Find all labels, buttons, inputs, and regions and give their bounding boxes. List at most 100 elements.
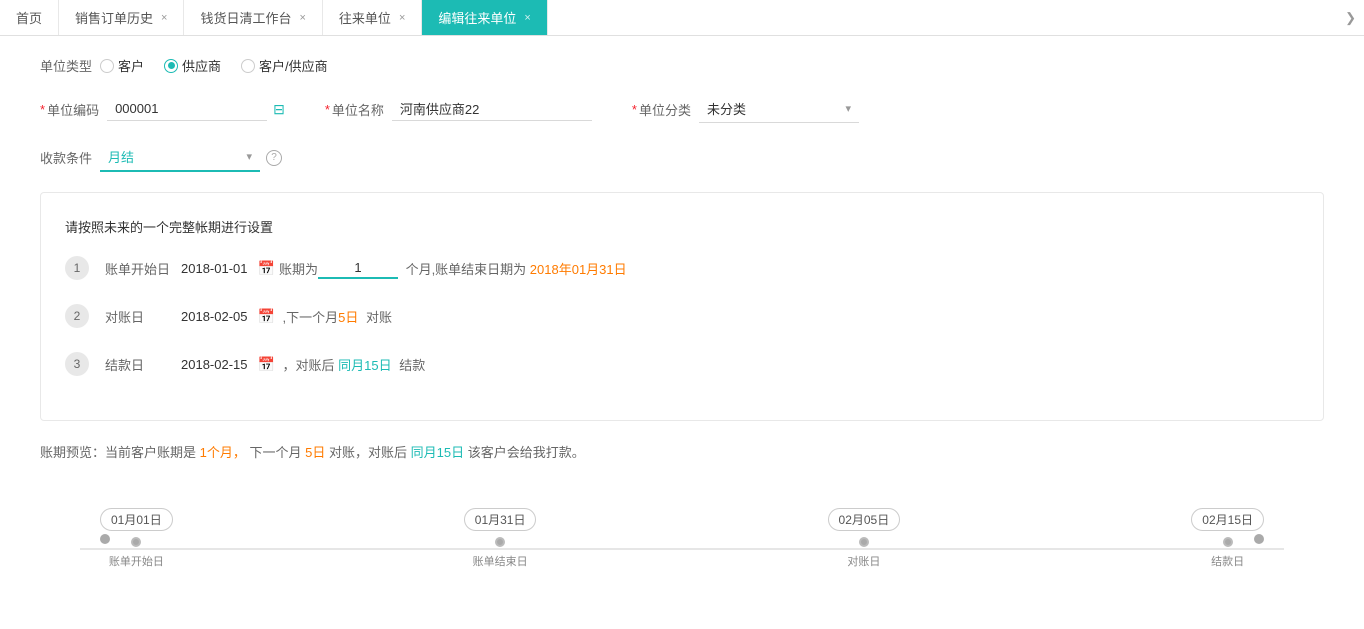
- period-num-1: 1: [65, 256, 89, 280]
- period-box: 请按照未来的一个完整帐期进行设置 1 账单开始日 2018-01-01 📅 账期…: [40, 192, 1324, 421]
- radio-both[interactable]: 客户/供应商: [241, 56, 328, 75]
- unit-type-radio-group: 客户 供应商 客户/供应商: [100, 56, 348, 75]
- payment-condition-select[interactable]: 月结 ▾: [100, 143, 260, 172]
- period-cal-2[interactable]: 📅: [258, 308, 275, 325]
- period-row-1: 1 账单开始日 2018-01-01 📅 账期为 个月,账单结束日期为 2018…: [65, 256, 1299, 280]
- timeline-point-2: 01月31日 账单结束日: [464, 508, 537, 569]
- preview-highlight1: 1个月，: [200, 445, 246, 460]
- payment-help-icon[interactable]: ?: [266, 150, 282, 166]
- tab-partner[interactable]: 往来单位 ×: [323, 0, 422, 35]
- radio-customer[interactable]: 客户: [100, 56, 144, 75]
- tab-bar: 首页 销售订单历史 × 钱货日清工作台 × 往来单位 × 编辑往来单位 × ❯: [0, 0, 1364, 36]
- period-row2-part1: ,下一个月: [279, 307, 338, 326]
- period-row3-after: 结款: [396, 355, 426, 374]
- unit-name-input[interactable]: [392, 97, 592, 121]
- period-suffix-after-1: 个月,账单结束日期为: [402, 259, 530, 278]
- period-row3-highlight: 同月15日: [338, 355, 391, 374]
- period-label-2: 对账日: [105, 307, 165, 326]
- tab-sales-history[interactable]: 销售订单历史 ×: [59, 0, 184, 35]
- tab-sales-history-close[interactable]: ×: [161, 12, 167, 24]
- payment-condition-field: 收款条件 月结 ▾ ?: [40, 143, 282, 172]
- preview-highlight3: 同月15日: [411, 445, 464, 460]
- timeline-dot-2: [495, 537, 505, 547]
- timeline-point-4: 02月15日 结款日: [1191, 508, 1264, 569]
- period-date-3: 2018-02-15: [181, 357, 248, 372]
- unit-category-select[interactable]: 未分类 ▾: [699, 95, 859, 123]
- unit-type-field: 单位类型 客户 供应商 客户/供应商: [40, 56, 348, 75]
- tab-partner-close[interactable]: ×: [399, 12, 405, 24]
- timeline-sub-1: 账单开始日: [109, 553, 164, 569]
- radio-customer-label: 客户: [118, 56, 144, 75]
- period-row2-part2: 对账: [362, 307, 392, 326]
- timeline-badge-2: 01月31日: [464, 508, 537, 531]
- preview-mid2: 对账，对账后: [329, 445, 407, 460]
- unit-code-label: 单位编码: [47, 100, 99, 119]
- period-num-2: 2: [65, 304, 89, 328]
- tab-cash-work-label: 钱货日清工作台: [200, 8, 291, 27]
- unit-code-copy-icon[interactable]: ⊟: [273, 101, 285, 118]
- timeline-sub-3: 对账日: [847, 553, 880, 569]
- period-end-date-highlight: 2018年01月31日: [530, 259, 627, 278]
- unit-code-field: * 单位编码 ⊟: [40, 97, 285, 121]
- tab-home[interactable]: 首页: [0, 0, 59, 35]
- unit-code-input[interactable]: [107, 97, 267, 121]
- payment-condition-arrow: ▾: [246, 150, 252, 163]
- unit-type-label: 单位类型: [40, 56, 92, 75]
- preview-suffix: 该客户会给我打款。: [468, 445, 585, 460]
- period-suffix-before-1: 账期为: [279, 259, 318, 278]
- unit-category-field: * 单位分类 未分类 ▾: [632, 95, 859, 123]
- timeline-points: 01月01日 账单开始日 01月31日 账单结束日 02月05日 对账日 02月…: [100, 508, 1264, 569]
- payment-row: 收款条件 月结 ▾ ?: [40, 143, 1324, 172]
- period-months-input[interactable]: [318, 258, 398, 279]
- period-label-3: 结款日: [105, 355, 165, 374]
- radio-both-label: 客户/供应商: [259, 56, 328, 75]
- timeline-container: 01月01日 账单开始日 01月31日 账单结束日 02月05日 对账日 02月…: [40, 488, 1324, 609]
- timeline-dot-3: [859, 537, 869, 547]
- period-date-1: 2018-01-01: [181, 261, 248, 276]
- preview-text: 账期预览：当前客户账期是 1个月， 下一个月 5日 对账，对账后 同月15日 该…: [40, 441, 1324, 464]
- preview-highlight2: 5日: [305, 445, 325, 460]
- tab-edit-partner[interactable]: 编辑往来单位 ×: [422, 0, 547, 35]
- tab-partner-label: 往来单位: [339, 8, 391, 27]
- period-date-2: 2018-02-05: [181, 309, 248, 324]
- period-row2-highlight: 5日: [338, 307, 358, 326]
- unit-info-row: * 单位编码 ⊟ * 单位名称 * 单位分类 未分类 ▾: [40, 95, 1324, 123]
- period-cal-3[interactable]: 📅: [258, 356, 275, 373]
- period-row-2: 2 对账日 2018-02-05 📅 ,下一个月 5日 对账: [65, 304, 1299, 328]
- tab-cash-work[interactable]: 钱货日清工作台 ×: [184, 0, 322, 35]
- period-num-3: 3: [65, 352, 89, 376]
- unit-code-star: *: [40, 102, 45, 117]
- main-content: 单位类型 客户 供应商 客户/供应商 * 单位编码: [0, 36, 1364, 629]
- period-label-1: 账单开始日: [105, 259, 165, 278]
- preview-mid1: 下一个月: [250, 445, 302, 460]
- unit-category-star: *: [632, 102, 637, 117]
- payment-condition-label: 收款条件: [40, 148, 92, 167]
- radio-customer-circle: [100, 59, 114, 73]
- tab-edit-partner-label: 编辑往来单位: [438, 8, 516, 27]
- tab-sales-history-label: 销售订单历史: [75, 8, 153, 27]
- radio-supplier-label: 供应商: [182, 56, 221, 75]
- radio-supplier[interactable]: 供应商: [164, 56, 221, 75]
- unit-type-row: 单位类型 客户 供应商 客户/供应商: [40, 56, 1324, 75]
- period-title: 请按照未来的一个完整帐期进行设置: [65, 217, 1299, 236]
- radio-both-circle: [241, 59, 255, 73]
- tab-home-label: 首页: [16, 8, 42, 27]
- tab-edit-partner-close[interactable]: ×: [524, 12, 530, 24]
- timeline-dot-4: [1223, 537, 1233, 547]
- timeline-badge-4: 02月15日: [1191, 508, 1264, 531]
- unit-name-star: *: [325, 102, 330, 117]
- unit-name-label: 单位名称: [332, 100, 384, 119]
- timeline-point-3: 02月05日 对账日: [828, 508, 901, 569]
- tab-cash-work-close[interactable]: ×: [299, 12, 305, 24]
- unit-name-field: * 单位名称: [325, 97, 592, 121]
- unit-category-label: 单位分类: [639, 100, 691, 119]
- tab-expand-button[interactable]: ❯: [1337, 0, 1364, 35]
- period-cal-1[interactable]: 📅: [258, 260, 275, 277]
- period-row3-before: ，对账后: [279, 355, 338, 374]
- expand-icon: ❯: [1345, 10, 1356, 26]
- timeline-badge-1: 01月01日: [100, 508, 173, 531]
- period-row-3: 3 结款日 2018-02-15 📅 ，对账后 同月15日 结款: [65, 352, 1299, 376]
- timeline-dot-1: [131, 537, 141, 547]
- payment-condition-value: 月结: [108, 147, 242, 166]
- preview-prefix: 账期预览：当前客户账期是: [40, 445, 196, 460]
